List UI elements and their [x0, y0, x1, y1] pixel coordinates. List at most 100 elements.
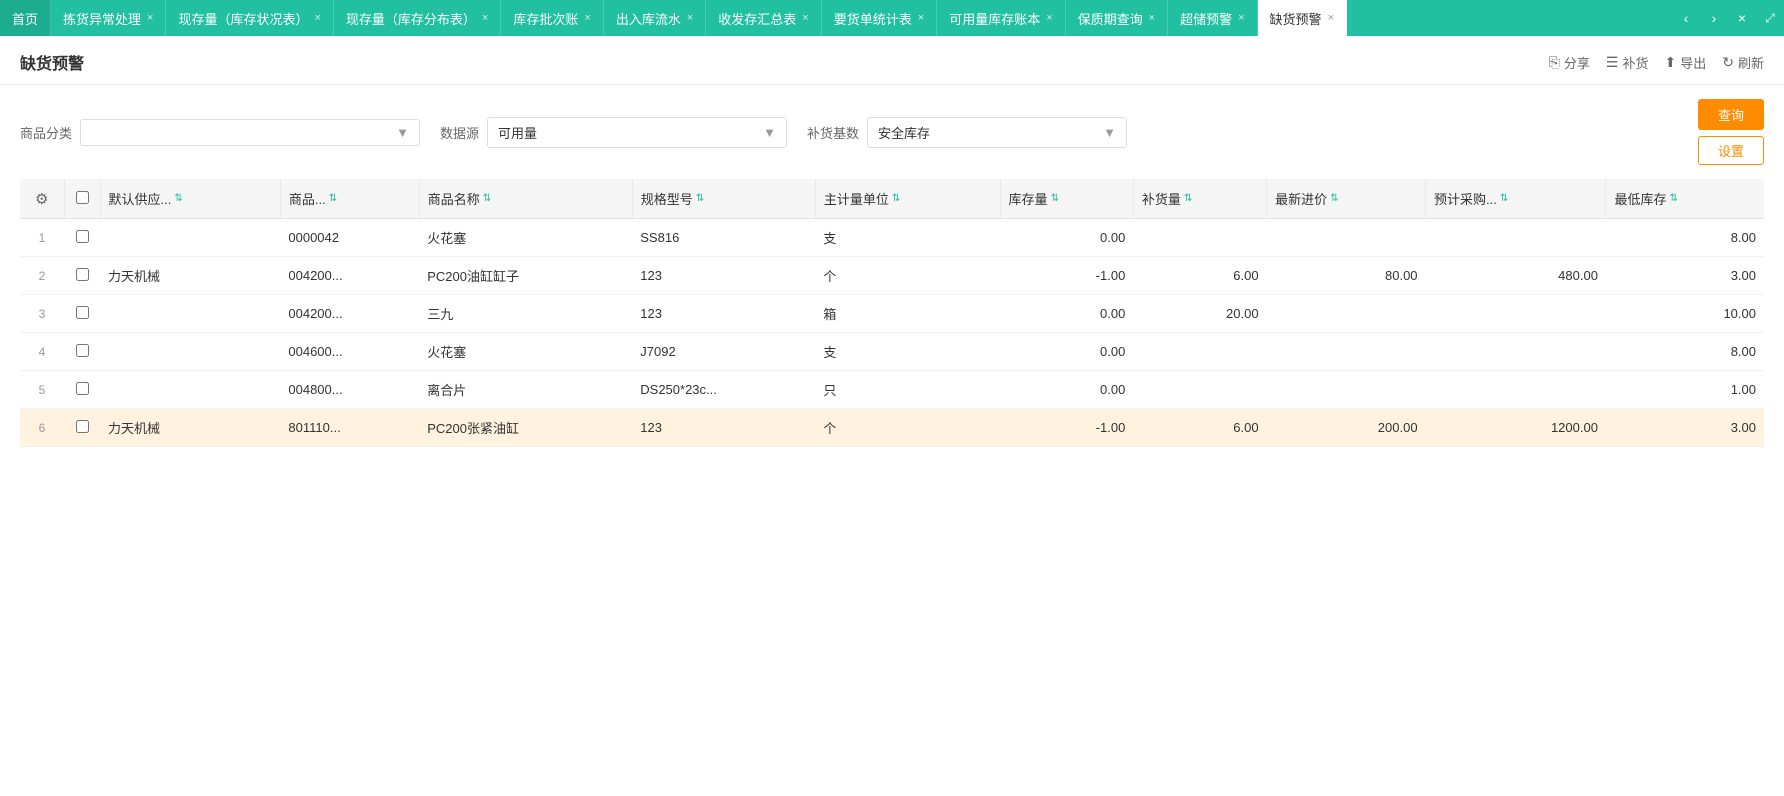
- row-checkbox-3[interactable]: [76, 344, 89, 357]
- tab-demand-stat[interactable]: 要货单统计表 ×: [822, 0, 937, 36]
- th-sort-supplement[interactable]: 补货量 ⇅: [1142, 189, 1258, 208]
- tab-expiry-query[interactable]: 保质期查询 ×: [1066, 0, 1168, 36]
- td-latest-price-5: 200.00: [1267, 409, 1426, 447]
- table-row: 2 力天机械 004200... PC200油缸缸子 123 个 -1.00 6…: [20, 257, 1764, 295]
- row-checkbox-2[interactable]: [76, 306, 89, 319]
- settings-button[interactable]: 设置: [1698, 136, 1764, 165]
- th-latest-price: 最新进价 ⇅: [1267, 179, 1426, 219]
- table-row: 6 力天机械 801110... PC200张紧油缸 123 个 -1.00 6…: [20, 409, 1764, 447]
- tab-stockout-warn[interactable]: 缺货预警 ×: [1258, 0, 1347, 36]
- th-default-supplier: 默认供应... ⇅: [100, 179, 280, 219]
- tab-close-collect-send[interactable]: ×: [802, 12, 808, 24]
- th-checkbox: [64, 179, 100, 219]
- td-est-purchase-5: 1200.00: [1426, 409, 1606, 447]
- td-supplier-2: [100, 295, 280, 333]
- td-stock-1: -1.00: [1000, 257, 1133, 295]
- page-header: 缺货预警 ⎘ 分享 ☰ 补货 ⬆ 导出 ↻ 刷新: [0, 36, 1784, 85]
- td-name-3: 火花塞: [419, 333, 632, 371]
- tab-close-abnormal[interactable]: ×: [147, 12, 153, 24]
- td-spec-5: 123: [632, 409, 815, 447]
- tab-close-inout-flow[interactable]: ×: [687, 12, 693, 24]
- td-unit-1: 个: [815, 257, 1000, 295]
- sort-icon-latest-price: ⇅: [1330, 193, 1338, 204]
- tab-available-ledger[interactable]: 可用量库存账本 ×: [937, 0, 1065, 36]
- td-code-2: 004200...: [280, 295, 419, 333]
- query-button[interactable]: 查询: [1698, 99, 1764, 130]
- row-checkbox-4[interactable]: [76, 382, 89, 395]
- tab-abnormal[interactable]: 拣货异常处理 ×: [51, 0, 166, 36]
- sort-icon-unit: ⇅: [892, 193, 900, 204]
- refresh-btn[interactable]: ↻ 刷新: [1722, 53, 1764, 72]
- tab-prev-btn[interactable]: ‹: [1672, 0, 1700, 36]
- tab-close-all-btn[interactable]: ×: [1728, 0, 1756, 36]
- th-sort-latest-price[interactable]: 最新进价 ⇅: [1275, 189, 1417, 208]
- tab-close-inventory-dist[interactable]: ×: [482, 12, 488, 24]
- tab-close-inventory-status[interactable]: ×: [314, 12, 320, 24]
- table-wrapper: ⚙ 默认供应... ⇅ 商品... ⇅: [0, 179, 1784, 447]
- table-row: 1 0000042 火花塞 SS816 支 0.00 8.00: [20, 219, 1764, 257]
- tab-close-batch-account[interactable]: ×: [584, 12, 590, 24]
- th-sort-spec[interactable]: 规格型号 ⇅: [641, 189, 807, 208]
- td-min-stock-0: 8.00: [1606, 219, 1764, 257]
- filter-select-category[interactable]: ▼: [80, 119, 420, 146]
- filter-select-datasource[interactable]: 可用量 ▼: [487, 117, 787, 148]
- td-min-stock-2: 10.00: [1606, 295, 1764, 333]
- tab-inout-flow[interactable]: 出入库流水 ×: [604, 0, 706, 36]
- share-icon: ⎘: [1549, 54, 1560, 71]
- share-btn[interactable]: ⎘ 分享: [1549, 53, 1590, 72]
- td-latest-price-0: [1267, 219, 1426, 257]
- tab-next-btn[interactable]: ›: [1700, 0, 1728, 36]
- td-supplement-2: 20.00: [1133, 295, 1266, 333]
- tab-close-available-ledger[interactable]: ×: [1046, 12, 1052, 24]
- th-min-stock: 最低库存 ⇅: [1606, 179, 1764, 219]
- td-latest-price-2: [1267, 295, 1426, 333]
- export-btn[interactable]: ⬆ 导出: [1665, 53, 1707, 72]
- td-spec-4: DS250*23c...: [632, 371, 815, 409]
- tab-inventory-status[interactable]: 现存量（库存状况表） ×: [166, 0, 333, 36]
- th-product-code: 商品... ⇅: [280, 179, 419, 219]
- tab-fullscreen-btn[interactable]: ⤢: [1756, 0, 1784, 36]
- td-code-3: 004600...: [280, 333, 419, 371]
- tab-home[interactable]: 首页: [0, 0, 51, 36]
- filter-group-category: 商品分类 ▼: [20, 119, 420, 146]
- page-content: 缺货预警 ⎘ 分享 ☰ 补货 ⬆ 导出 ↻ 刷新 商品分类: [0, 36, 1784, 796]
- th-sort-unit[interactable]: 主计量单位 ⇅: [824, 189, 992, 208]
- th-est-purchase: 预计采购... ⇅: [1426, 179, 1606, 219]
- td-supplement-0: [1133, 219, 1266, 257]
- sort-icon-supplier: ⇅: [174, 193, 182, 204]
- tab-close-overstock-warn[interactable]: ×: [1238, 12, 1244, 24]
- tab-overstock-warn[interactable]: 超储预警 ×: [1168, 0, 1257, 36]
- td-spec-3: J7092: [632, 333, 815, 371]
- td-code-1: 004200...: [280, 257, 419, 295]
- td-stock-3: 0.00: [1000, 333, 1133, 371]
- tab-close-demand-stat[interactable]: ×: [918, 12, 924, 24]
- th-unit: 主计量单位 ⇅: [815, 179, 1000, 219]
- th-product-name: 商品名称 ⇅: [419, 179, 632, 219]
- row-checkbox-0[interactable]: [76, 230, 89, 243]
- th-sort-stock[interactable]: 库存量 ⇅: [1009, 189, 1125, 208]
- td-stock-5: -1.00: [1000, 409, 1133, 447]
- th-sort-default-supplier[interactable]: 默认供应... ⇅: [109, 189, 272, 208]
- th-sort-product-name[interactable]: 商品名称 ⇅: [428, 189, 624, 208]
- td-min-stock-3: 8.00: [1606, 333, 1764, 371]
- export-icon: ⬆: [1665, 54, 1677, 71]
- supplement-btn[interactable]: ☰ 补货: [1606, 53, 1649, 72]
- header-actions: ⎘ 分享 ☰ 补货 ⬆ 导出 ↻ 刷新: [1549, 53, 1764, 72]
- th-sort-est-purchase[interactable]: 预计采购... ⇅: [1434, 189, 1597, 208]
- tab-inventory-dist[interactable]: 现存量（库存分布表） ×: [334, 0, 501, 36]
- filter-select-supplement-base[interactable]: 安全库存 ▼: [867, 117, 1127, 148]
- th-sort-product-code[interactable]: 商品... ⇅: [289, 189, 411, 208]
- row-checkbox-1[interactable]: [76, 268, 89, 281]
- tab-collect-send[interactable]: 收发存汇总表 ×: [706, 0, 821, 36]
- td-name-4: 离合片: [419, 371, 632, 409]
- tab-close-expiry-query[interactable]: ×: [1149, 12, 1155, 24]
- tab-batch-account[interactable]: 库存批次账 ×: [501, 0, 603, 36]
- tab-close-stockout-warn[interactable]: ×: [1328, 12, 1334, 24]
- th-sort-min-stock[interactable]: 最低库存 ⇅: [1614, 189, 1756, 208]
- td-name-0: 火花塞: [419, 219, 632, 257]
- row-checkbox-5[interactable]: [76, 420, 89, 433]
- sort-icon-stock: ⇅: [1051, 193, 1059, 204]
- select-all-checkbox[interactable]: [76, 191, 89, 204]
- gear-icon[interactable]: ⚙: [35, 191, 48, 208]
- td-rownum-1: 2: [20, 257, 64, 295]
